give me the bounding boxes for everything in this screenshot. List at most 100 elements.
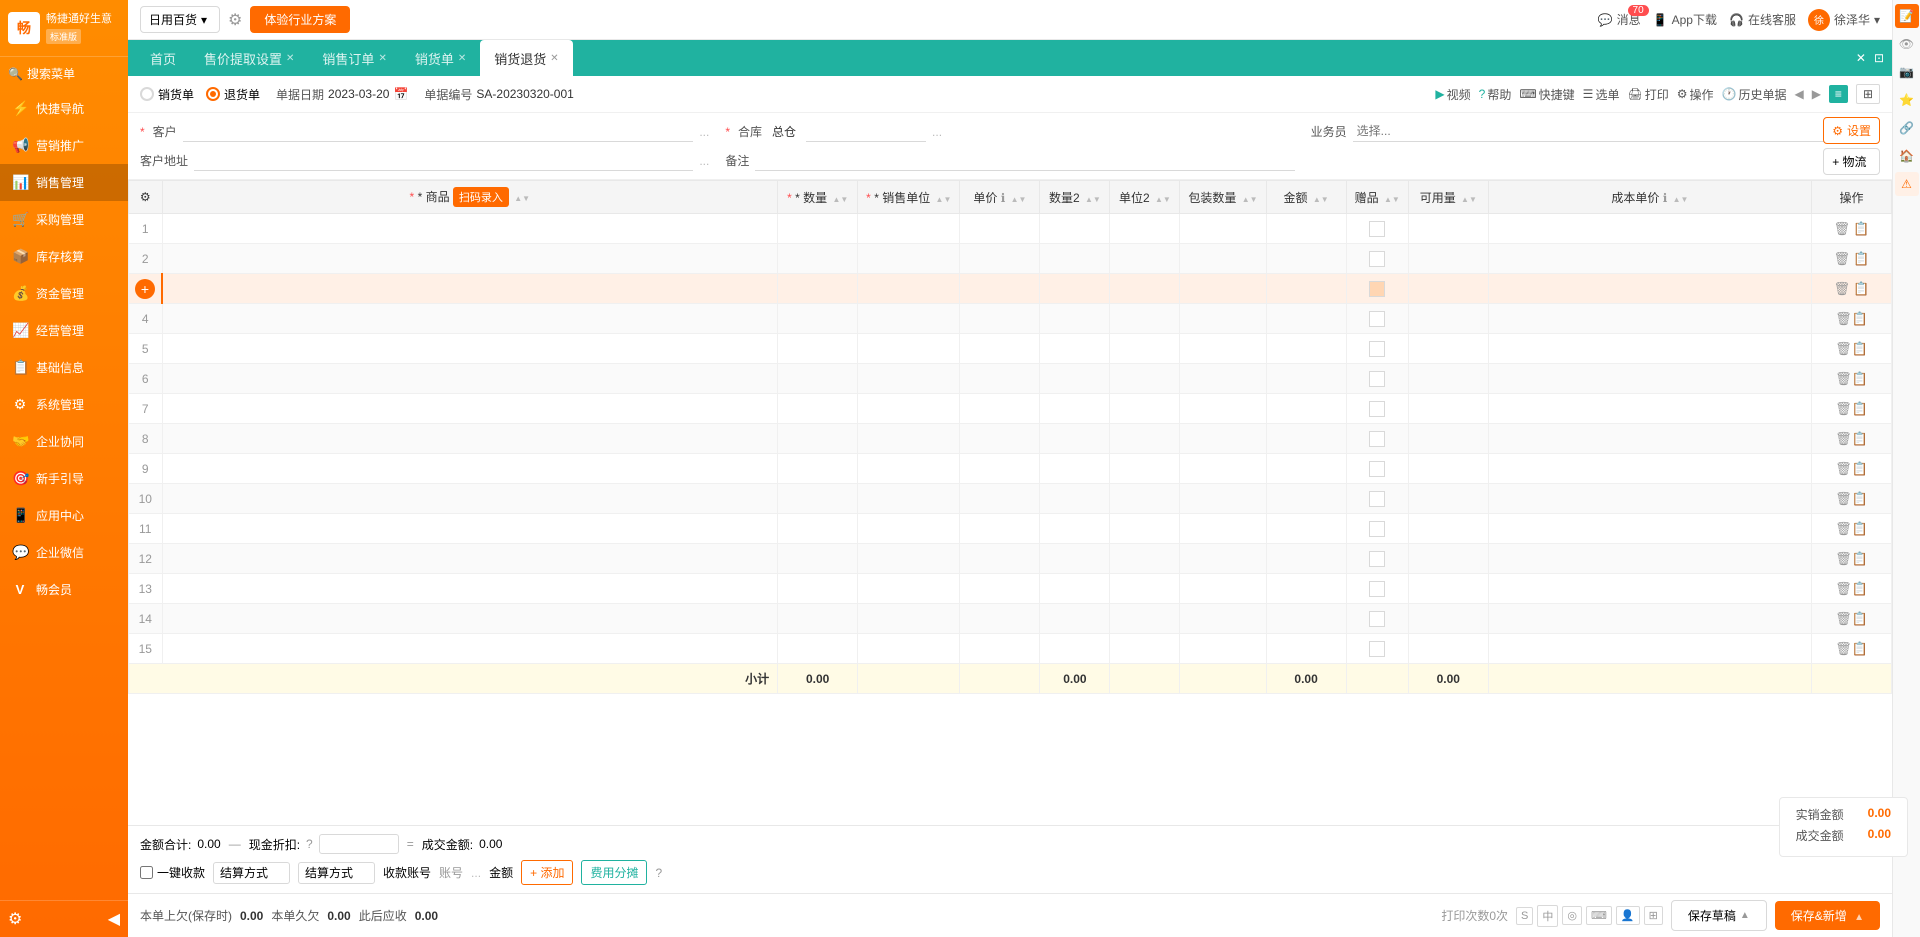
- tool-icon-2[interactable]: ⌨: [1586, 906, 1612, 925]
- sidebar-item-marketing[interactable]: 📢 营销推广: [0, 127, 128, 164]
- tool-icon-1[interactable]: ◎: [1562, 906, 1582, 925]
- gift-checkbox[interactable]: [1369, 431, 1385, 447]
- sidebar-item-newbie[interactable]: 🎯 新手引导: [0, 460, 128, 497]
- tab-sales-return[interactable]: 销货退货 ✕: [480, 40, 572, 76]
- available-cell[interactable]: [1408, 214, 1488, 244]
- maximize-icon[interactable]: ⊡: [1874, 51, 1884, 65]
- delete-row-icon[interactable]: 🗑: [1835, 371, 1852, 386]
- copy-row-icon[interactable]: 📋: [1853, 221, 1869, 236]
- delete-row-icon[interactable]: 🗑: [1835, 461, 1852, 476]
- delete-row-icon[interactable]: 🗑: [1835, 521, 1852, 536]
- product-cell[interactable]: [162, 244, 778, 274]
- toolbar-history[interactable]: 🕐 历史单据: [1721, 86, 1786, 103]
- sidebar-item-enterprise[interactable]: 🤝 企业协同: [0, 423, 128, 460]
- copy-row-icon[interactable]: 📋: [1852, 611, 1868, 626]
- gift-checkbox[interactable]: [1369, 221, 1385, 237]
- sidebar-collapse-icon[interactable]: ◀: [108, 909, 120, 929]
- scan-btn[interactable]: 扫码录入: [453, 187, 509, 207]
- warehouse-dots[interactable]: ...: [932, 125, 942, 139]
- unit2-cell[interactable]: [1110, 214, 1180, 244]
- sort-pkg-icon[interactable]: ▲▼: [1242, 195, 1258, 204]
- account-dots[interactable]: ...: [471, 866, 481, 880]
- prev-record-icon[interactable]: ◀: [1794, 87, 1803, 101]
- toolbar-operate[interactable]: ⚙ 操作: [1677, 86, 1714, 103]
- product-input-cell[interactable]: [162, 274, 778, 304]
- table-gear-icon[interactable]: ⚙: [140, 190, 151, 204]
- sidebar-item-search[interactable]: 🔍 搜索菜单: [0, 57, 128, 90]
- sort-qty2-icon[interactable]: ▲▼: [1085, 195, 1101, 204]
- delete-row-icon[interactable]: 🗑: [1833, 281, 1850, 296]
- sort-gift-icon[interactable]: ▲▼: [1384, 195, 1400, 204]
- minimize-icon[interactable]: ✕: [1856, 51, 1866, 65]
- sidebar-item-purchase[interactable]: 🛒 采购管理: [0, 201, 128, 238]
- tool-icon-3[interactable]: 👤: [1616, 906, 1640, 925]
- gift-checkbox[interactable]: [1369, 401, 1385, 417]
- calendar-icon[interactable]: 📅: [393, 87, 408, 101]
- sidebar-item-shortcut[interactable]: ⚡ 快捷导航: [0, 90, 128, 127]
- col-gear[interactable]: ⚙: [129, 181, 163, 214]
- delete-row-icon[interactable]: 🗑: [1835, 551, 1852, 566]
- gift-checkbox[interactable]: [1369, 371, 1385, 387]
- sort-price-icon[interactable]: ▲▼: [1011, 195, 1027, 204]
- radio-return-btn[interactable]: [206, 87, 220, 101]
- qty2-cell[interactable]: [1040, 214, 1110, 244]
- save-new-btn[interactable]: 保存&新增 ▲: [1775, 901, 1880, 930]
- sidebar-item-app-center[interactable]: 📱 应用中心: [0, 497, 128, 534]
- copy-row-icon[interactable]: 📋: [1852, 491, 1868, 506]
- delete-row-icon[interactable]: 🗑: [1835, 311, 1852, 326]
- rp-btn-link[interactable]: 🔗: [1895, 116, 1919, 140]
- sidebar-item-wechat[interactable]: 💬 企业微信: [0, 534, 128, 571]
- sogou-icon[interactable]: S: [1516, 907, 1533, 925]
- sidebar-item-vip[interactable]: V 畅会员: [0, 571, 128, 608]
- copy-row-icon[interactable]: 📋: [1852, 521, 1868, 536]
- sidebar-item-finance[interactable]: 💰 资金管理: [0, 275, 128, 312]
- sidebar-item-operations[interactable]: 📈 经营管理: [0, 312, 128, 349]
- copy-row-icon[interactable]: 📋: [1852, 641, 1868, 656]
- qty-cell[interactable]: [778, 214, 858, 244]
- gift-checkbox[interactable]: [1369, 641, 1385, 657]
- gift-cell[interactable]: [1346, 214, 1408, 244]
- online-service-btn[interactable]: 🎧 在线客服: [1729, 11, 1796, 28]
- address-input[interactable]: [194, 150, 693, 171]
- delete-row-icon[interactable]: 🗑: [1835, 611, 1852, 626]
- sidebar-item-system[interactable]: ⚙ 系统管理: [0, 386, 128, 423]
- customer-input[interactable]: [183, 121, 694, 142]
- copy-row-icon[interactable]: 📋: [1852, 551, 1868, 566]
- tab-sales-close[interactable]: ✕: [458, 53, 466, 64]
- fee-split-btn[interactable]: 费用分摊: [581, 860, 647, 885]
- sort-cost-icon[interactable]: ▲▼: [1673, 195, 1689, 204]
- sort-amount-icon[interactable]: ▲▼: [1313, 195, 1329, 204]
- save-draft-btn[interactable]: 保存草稿 ▲: [1671, 900, 1767, 931]
- toolbar-print[interactable]: 🖨 打印: [1627, 86, 1668, 103]
- sort-unit-icon[interactable]: ▲▼: [936, 195, 952, 204]
- settings-btn[interactable]: ⚙ 设置: [1823, 117, 1880, 144]
- unit-cell[interactable]: [858, 214, 960, 244]
- delete-row-icon[interactable]: 🗑: [1833, 221, 1850, 236]
- rp-btn-note[interactable]: 📝: [1895, 4, 1919, 28]
- calc-method-select[interactable]: 结算方式: [298, 862, 375, 884]
- copy-row-icon[interactable]: 📋: [1852, 341, 1868, 356]
- gift-checkbox[interactable]: [1369, 551, 1385, 567]
- logistics-btn[interactable]: + 物流: [1823, 148, 1880, 175]
- rp-btn-view[interactable]: 👁: [1895, 32, 1919, 56]
- industry-selector[interactable]: 日用百货 ▾: [140, 6, 220, 33]
- rp-btn-warning[interactable]: ⚠: [1895, 172, 1919, 196]
- product-cell[interactable]: [162, 214, 778, 244]
- toolbar-select[interactable]: ☰ 选单: [1583, 86, 1620, 103]
- radio-return[interactable]: 退货单: [206, 86, 260, 103]
- delete-row-icon[interactable]: 🗑: [1835, 581, 1852, 596]
- one-key-receipt-input[interactable]: [140, 866, 153, 879]
- warehouse-input[interactable]: [806, 121, 926, 142]
- price-info-icon[interactable]: ℹ: [1001, 191, 1006, 205]
- copy-row-icon[interactable]: 📋: [1852, 581, 1868, 596]
- delete-row-icon[interactable]: 🗑: [1835, 341, 1852, 356]
- tab-price[interactable]: 售价提取设置 ✕: [190, 40, 308, 76]
- rp-btn-home[interactable]: 🏠: [1895, 144, 1919, 168]
- salesperson-input[interactable]: [1353, 121, 1864, 142]
- cost-cell[interactable]: [1488, 214, 1811, 244]
- gift-checkbox[interactable]: [1369, 251, 1385, 267]
- sort-avail-icon[interactable]: ▲▼: [1461, 195, 1477, 204]
- date-value[interactable]: 2023-03-20: [328, 87, 389, 101]
- app-download-btn[interactable]: 📱 App下载: [1653, 11, 1717, 28]
- sidebar-settings-icon[interactable]: ⚙: [8, 909, 22, 929]
